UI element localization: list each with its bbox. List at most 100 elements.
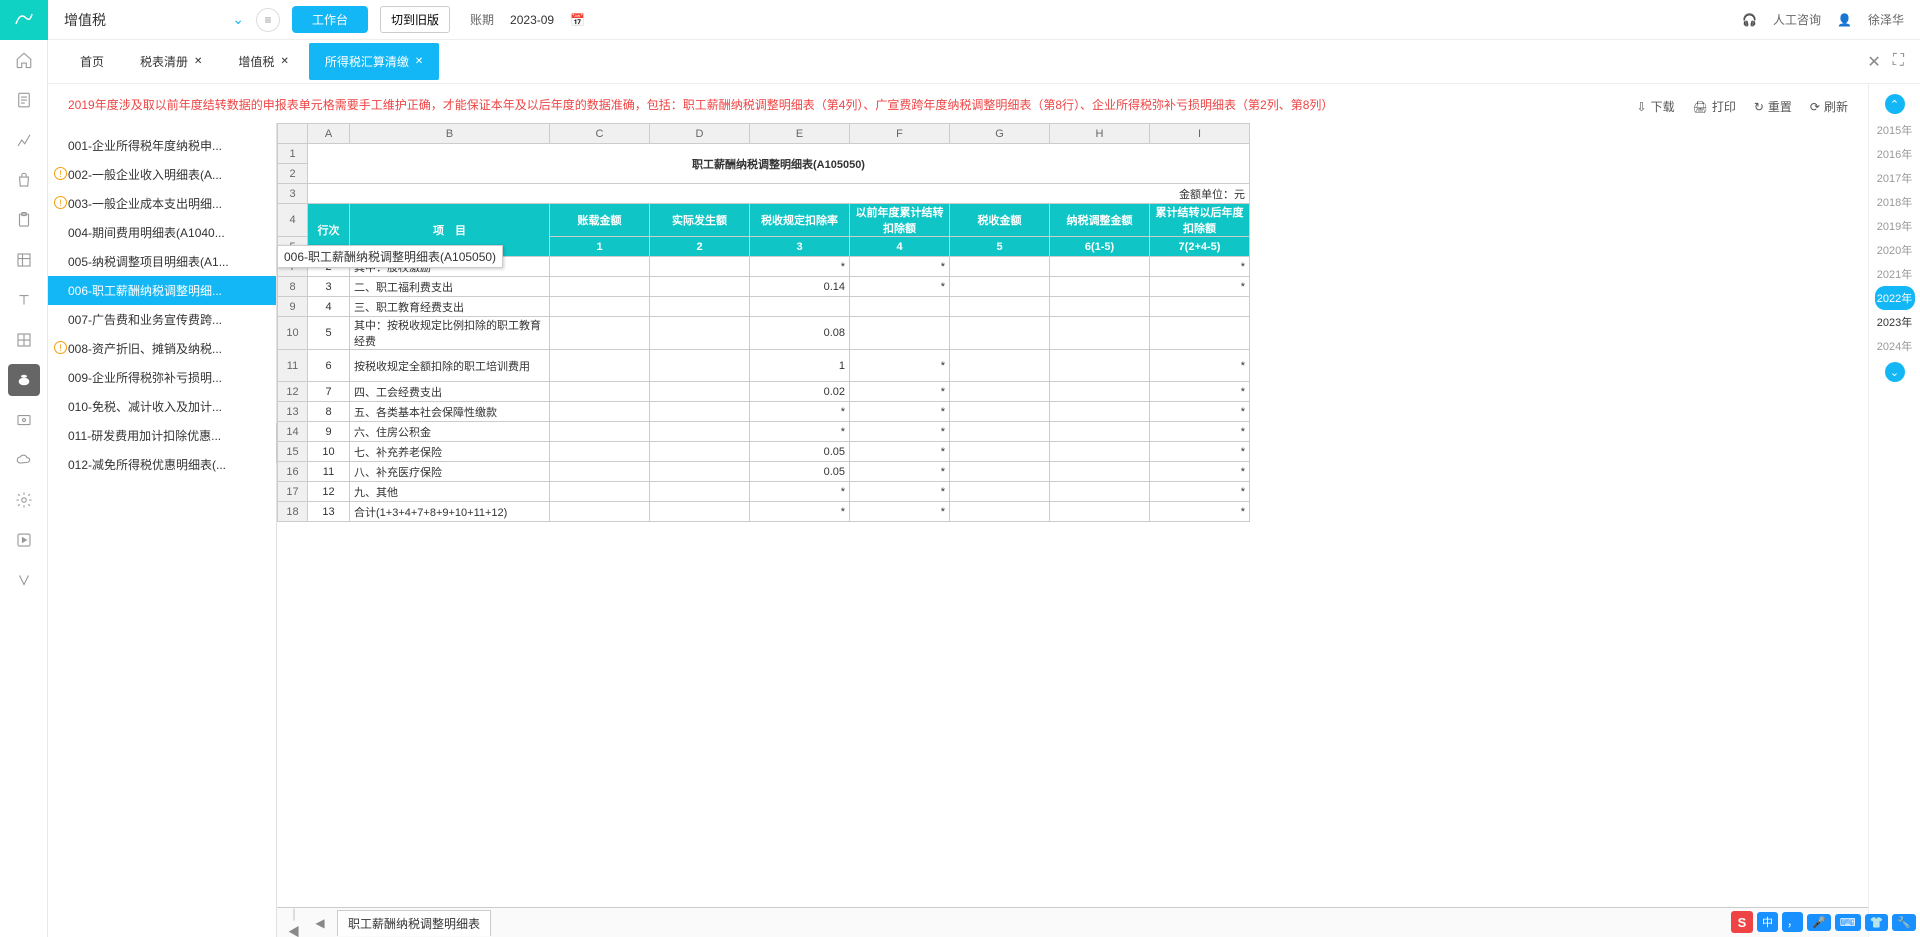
- cell[interactable]: [950, 462, 1050, 482]
- cell[interactable]: [650, 350, 750, 382]
- tab-expand-icon[interactable]: ⛶: [1893, 52, 1904, 72]
- print-button[interactable]: 🖨打印: [1693, 98, 1736, 115]
- cell[interactable]: [1050, 350, 1150, 382]
- cell[interactable]: *: [1150, 502, 1250, 522]
- cell[interactable]: [650, 442, 750, 462]
- col-header[interactable]: F: [850, 124, 950, 144]
- nav-table-icon[interactable]: [0, 240, 48, 280]
- ime-lang[interactable]: 中: [1757, 912, 1778, 932]
- year-option[interactable]: 2016年: [1875, 142, 1915, 166]
- cell[interactable]: [650, 502, 750, 522]
- row-header[interactable]: 9: [278, 297, 308, 317]
- cell[interactable]: [550, 382, 650, 402]
- tab-income[interactable]: 所得税汇算清缴✕: [309, 43, 439, 80]
- ime-tool-icon[interactable]: 🔧: [1892, 914, 1916, 931]
- nav-doc-icon[interactable]: [0, 80, 48, 120]
- cell[interactable]: [950, 482, 1050, 502]
- form-item-003[interactable]: 003-一般企业成本支出明细...: [48, 189, 276, 218]
- cell[interactable]: *: [750, 422, 850, 442]
- nav-chart-icon[interactable]: [0, 120, 48, 160]
- cell[interactable]: *: [850, 382, 950, 402]
- nav-grid-icon[interactable]: [0, 320, 48, 360]
- row-header[interactable]: 8: [278, 277, 308, 297]
- calendar-icon[interactable]: 📅: [570, 13, 585, 27]
- row-header[interactable]: 3: [278, 184, 308, 204]
- cell[interactable]: *: [1150, 462, 1250, 482]
- cell[interactable]: [1050, 297, 1150, 317]
- cell[interactable]: 0.02: [750, 382, 850, 402]
- nav-t-icon[interactable]: [0, 280, 48, 320]
- cell[interactable]: *: [1150, 482, 1250, 502]
- cell[interactable]: [950, 317, 1050, 350]
- year-option[interactable]: 2023年: [1875, 310, 1915, 334]
- row-header[interactable]: 10: [278, 317, 308, 350]
- cell-item[interactable]: 其中：按税收规定比例扣除的职工教育经费: [350, 317, 550, 350]
- cell[interactable]: [1050, 422, 1150, 442]
- year-option[interactable]: 2015年: [1875, 118, 1915, 142]
- row-header[interactable]: 18: [278, 502, 308, 522]
- cell[interactable]: [650, 482, 750, 502]
- year-option[interactable]: 2021年: [1875, 262, 1915, 286]
- cell[interactable]: [950, 257, 1050, 277]
- cell[interactable]: [550, 350, 650, 382]
- cell[interactable]: *: [850, 402, 950, 422]
- row-header[interactable]: 16: [278, 462, 308, 482]
- cell[interactable]: [1150, 317, 1250, 350]
- cell[interactable]: [550, 422, 650, 442]
- col-header[interactable]: C: [550, 124, 650, 144]
- col-header[interactable]: E: [750, 124, 850, 144]
- cell-item[interactable]: 七、补充养老保险: [350, 442, 550, 462]
- cell[interactable]: *: [850, 257, 950, 277]
- info-icon[interactable]: ≡: [256, 8, 280, 32]
- cell[interactable]: [550, 257, 650, 277]
- cell[interactable]: [650, 422, 750, 442]
- cell[interactable]: [550, 297, 650, 317]
- row-header[interactable]: 17: [278, 482, 308, 502]
- form-item-011[interactable]: 011-研发费用加计扣除优惠...: [48, 421, 276, 450]
- cell-rownum[interactable]: 10: [308, 442, 350, 462]
- period-value[interactable]: 2023-09: [510, 13, 554, 27]
- consult-link[interactable]: 人工咨询: [1773, 11, 1821, 28]
- cell[interactable]: *: [1150, 257, 1250, 277]
- cell[interactable]: [1150, 297, 1250, 317]
- workspace-button[interactable]: 工作台: [292, 6, 368, 33]
- cell[interactable]: [650, 402, 750, 422]
- cell[interactable]: [550, 462, 650, 482]
- cell[interactable]: *: [850, 422, 950, 442]
- form-item-005[interactable]: 005-纳税调整项目明细表(A1...: [48, 247, 276, 276]
- row-header[interactable]: 1: [278, 144, 308, 164]
- cell[interactable]: 0.05: [750, 462, 850, 482]
- cell[interactable]: *: [750, 257, 850, 277]
- row-header[interactable]: 12: [278, 382, 308, 402]
- cell[interactable]: 0.14: [750, 277, 850, 297]
- nav-v-icon[interactable]: [0, 560, 48, 600]
- cell[interactable]: *: [850, 350, 950, 382]
- year-scroll-up[interactable]: ⌃: [1885, 94, 1905, 114]
- col-header[interactable]: H: [1050, 124, 1150, 144]
- cell[interactable]: [650, 317, 750, 350]
- cell[interactable]: [1050, 257, 1150, 277]
- form-item-008[interactable]: 008-资产折旧、摊销及纳税...: [48, 334, 276, 363]
- cell-rownum[interactable]: 4: [308, 297, 350, 317]
- form-item-012[interactable]: 012-减免所得税优惠明细表(...: [48, 450, 276, 479]
- cell[interactable]: [950, 402, 1050, 422]
- tab-close-all-icon[interactable]: ✕: [1867, 52, 1880, 72]
- cell-item[interactable]: 合计(1+3+4+7+8+9+10+11+12): [350, 502, 550, 522]
- cell[interactable]: *: [1150, 382, 1250, 402]
- cell[interactable]: [650, 297, 750, 317]
- cell[interactable]: [650, 277, 750, 297]
- cell[interactable]: 1: [750, 350, 850, 382]
- year-option[interactable]: 2024年: [1875, 334, 1915, 358]
- cell[interactable]: [650, 462, 750, 482]
- nav-clipboard-icon[interactable]: [0, 200, 48, 240]
- cell[interactable]: *: [750, 402, 850, 422]
- cell-item[interactable]: 按税收规定全额扣除的职工培训费用: [350, 350, 550, 382]
- cell[interactable]: [950, 382, 1050, 402]
- ime-skin-icon[interactable]: 👕: [1865, 914, 1889, 931]
- cell[interactable]: [550, 277, 650, 297]
- cell[interactable]: [950, 297, 1050, 317]
- cell[interactable]: *: [850, 442, 950, 462]
- sheet-tab[interactable]: 职工薪酬纳税调整明细表: [337, 910, 491, 936]
- close-icon[interactable]: ✕: [280, 56, 288, 67]
- cell[interactable]: *: [750, 482, 850, 502]
